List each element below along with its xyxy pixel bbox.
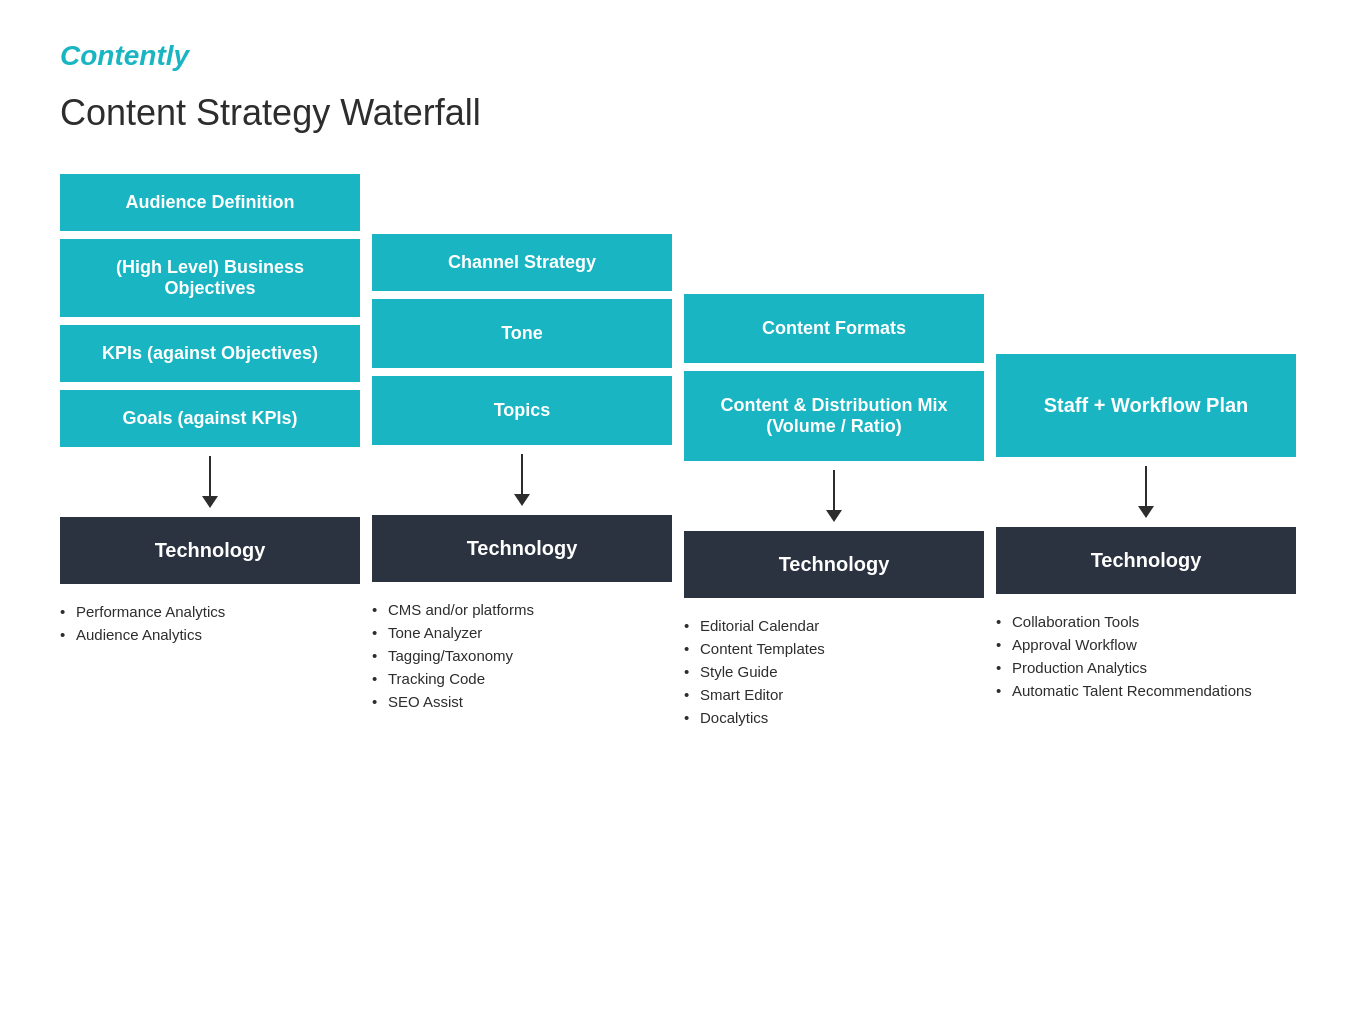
logo: Contently [60, 40, 1312, 72]
waterfall-col-3: Content Formats Content & Distribution M… [684, 294, 984, 729]
bullet-item: Docalytics [684, 706, 984, 729]
bullets-col-1: Performance Analytics Audience Analytics [60, 600, 360, 646]
arrow-col-4 [996, 457, 1296, 527]
bullet-item: Tracking Code [372, 667, 672, 690]
arrow-down-2 [514, 454, 530, 506]
arrow-col-3 [684, 461, 984, 531]
box-staff-workflow: Staff + Workflow Plan [996, 354, 1296, 457]
box-content-formats: Content Formats [684, 294, 984, 363]
tech-box-1: Technology [60, 517, 360, 584]
bullet-item: Audience Analytics [60, 623, 360, 646]
bullets-col-2: CMS and/or platforms Tone Analyzer Taggi… [372, 598, 672, 713]
waterfall-col-2: Channel Strategy Tone Topics Technology … [372, 234, 672, 713]
box-goals: Goals (against KPIs) [60, 390, 360, 447]
bullet-item: Approval Workflow [996, 633, 1296, 656]
bullet-item: Collaboration Tools [996, 610, 1296, 633]
bullets-col-4: Collaboration Tools Approval Workflow Pr… [996, 610, 1296, 702]
bullet-item: Style Guide [684, 660, 984, 683]
waterfall-col-4: Staff + Workflow Plan Technology Collabo… [996, 354, 1296, 702]
box-kpis: KPIs (against Objectives) [60, 325, 360, 382]
arrow-down-1 [202, 456, 218, 508]
bullet-item: Production Analytics [996, 656, 1296, 679]
arrow-col-1 [60, 447, 360, 517]
bullet-item: Performance Analytics [60, 600, 360, 623]
box-topics: Topics [372, 376, 672, 445]
tech-box-2: Technology [372, 515, 672, 582]
box-content-distribution: Content & Distribution Mix (Volume / Rat… [684, 371, 984, 461]
box-business-objectives: (High Level) Business Objectives [60, 239, 360, 317]
bullet-item: Editorial Calendar [684, 614, 984, 637]
waterfall-diagram: Audience Definition (High Level) Busines… [60, 174, 1312, 729]
bullet-item: Smart Editor [684, 683, 984, 706]
page-title: Content Strategy Waterfall [60, 92, 1312, 134]
bullet-item: SEO Assist [372, 690, 672, 713]
waterfall-col-1: Audience Definition (High Level) Busines… [60, 174, 360, 646]
bullet-item: Tagging/Taxonomy [372, 644, 672, 667]
box-audience-definition: Audience Definition [60, 174, 360, 231]
arrow-down-3 [826, 470, 842, 522]
arrow-col-2 [372, 445, 672, 515]
bullet-item: Tone Analyzer [372, 621, 672, 644]
bullet-item: CMS and/or platforms [372, 598, 672, 621]
tech-box-3: Technology [684, 531, 984, 598]
bullet-item: Automatic Talent Recommendations [996, 679, 1296, 702]
box-tone: Tone [372, 299, 672, 368]
bullets-col-3: Editorial Calendar Content Templates Sty… [684, 614, 984, 729]
box-channel-strategy: Channel Strategy [372, 234, 672, 291]
bullet-item: Content Templates [684, 637, 984, 660]
arrow-down-4 [1138, 466, 1154, 518]
tech-box-4: Technology [996, 527, 1296, 594]
